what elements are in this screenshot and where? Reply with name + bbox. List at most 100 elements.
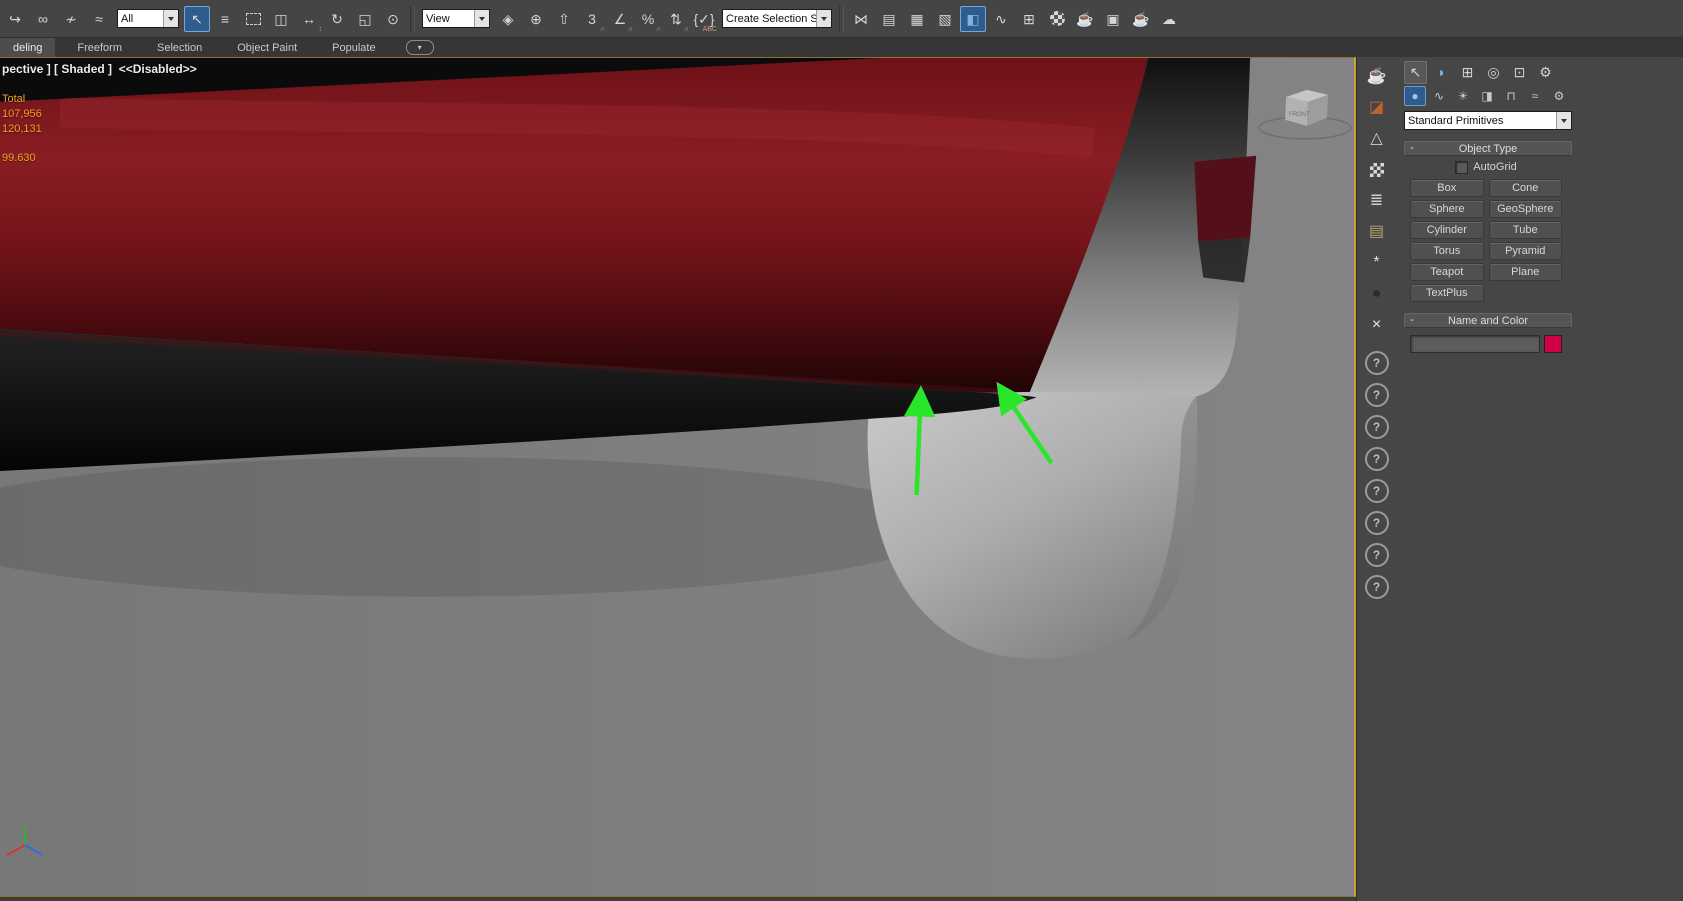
select-by-name-icon[interactable]: ≡	[212, 6, 238, 32]
object-color-swatch[interactable]	[1544, 335, 1562, 353]
help-icon[interactable]: ?	[1364, 575, 1389, 599]
select-and-link-icon[interactable]: ∞	[30, 6, 56, 32]
rendered-frame-window-icon[interactable]: ▣	[1100, 6, 1126, 32]
panel-tab-utilities[interactable]: ⚙	[1534, 61, 1557, 84]
object-type-button-cylinder[interactable]: Cylinder	[1410, 221, 1484, 239]
select-and-manipulate-icon[interactable]: ⊕	[523, 6, 549, 32]
render-in-cloud-icon[interactable]: ☁	[1156, 6, 1182, 32]
selection-filter-dropdown[interactable]: All	[117, 9, 179, 28]
object-type-button-geosphere[interactable]: GeoSphere	[1488, 200, 1562, 218]
reference-coordinate-system-dropdown[interactable]: View	[422, 9, 490, 28]
object-type-button-teapot[interactable]: Teapot	[1410, 263, 1484, 281]
help-icon[interactable]: ?	[1364, 351, 1389, 375]
render-setup-icon[interactable]: ☕	[1072, 6, 1098, 32]
panel-tab-motion[interactable]: ◎	[1482, 61, 1505, 84]
schematic-view-icon[interactable]: ⊞	[1016, 6, 1042, 32]
redo-icon[interactable]: ↪	[2, 6, 28, 32]
panel-tab-modify[interactable]: ◗	[1430, 61, 1453, 84]
curve-editor-icon[interactable]: ∿	[988, 6, 1014, 32]
close-icon[interactable]: ×	[1363, 310, 1391, 339]
help-icon[interactable]: ?	[1364, 383, 1389, 407]
object-name-input[interactable]	[1410, 335, 1540, 353]
object-type-button-cone[interactable]: Cone	[1488, 179, 1562, 197]
select-and-scale-icon[interactable]: ◱	[352, 6, 378, 32]
category-shapes[interactable]: ∿	[1428, 86, 1450, 106]
compass-icon[interactable]: △	[1363, 124, 1391, 153]
sphere-icon[interactable]: ●	[1363, 279, 1391, 308]
render-production-icon[interactable]: ☕	[1128, 6, 1154, 32]
toolbar-separator	[839, 5, 844, 32]
keyboard-shortcut-override-icon[interactable]: ⇧	[551, 6, 577, 32]
spinner-snap-toggle-icon[interactable]: ⇅ ∩	[663, 6, 689, 33]
help-icon[interactable]: ?	[1364, 543, 1389, 567]
select-and-place-icon[interactable]: ⊙	[380, 6, 406, 32]
toggle-scene-explorer-icon[interactable]: ▦	[904, 6, 930, 32]
ribbon-tab-populate[interactable]: Populate	[319, 38, 388, 57]
select-and-rotate-icon[interactable]: ↻	[324, 6, 350, 32]
named-selection-set-combo[interactable]: Create Selection Se	[722, 9, 832, 28]
category-cameras[interactable]: ◨	[1476, 86, 1498, 106]
panel-tab-hierarchy[interactable]: ⊞	[1456, 61, 1479, 84]
percent-snap-toggle-icon[interactable]: % ∩	[635, 6, 661, 33]
name-and-color-rollout: - Name and Color	[1402, 313, 1578, 353]
collapse-icon: -	[1410, 142, 1414, 154]
paint-bucket-icon[interactable]: ◪	[1363, 93, 1391, 122]
object-type-button-tube[interactable]: Tube	[1488, 221, 1562, 239]
tail-light-red-patch	[1194, 155, 1257, 242]
layers-icon[interactable]: ≣	[1363, 186, 1391, 215]
ribbon-tab-object-paint[interactable]: Object Paint	[224, 38, 310, 57]
bind-to-space-warp-icon[interactable]: ≈	[86, 6, 112, 32]
help-icon[interactable]: ?	[1364, 447, 1389, 471]
material-editor-icon[interactable]	[1044, 6, 1070, 32]
angle-snap-toggle-icon[interactable]: ∠ ∩	[607, 6, 633, 33]
object-type-button-textplus[interactable]: TextPlus	[1410, 284, 1484, 302]
name-and-color-rollout-header[interactable]: - Name and Color	[1404, 313, 1572, 328]
ribbon-tab-selection[interactable]: Selection	[144, 38, 215, 57]
panel-tab-create[interactable]: ↖	[1404, 60, 1427, 84]
ribbon-minimize-button[interactable]: ▾	[405, 40, 434, 55]
object-type-button-box[interactable]: Box	[1410, 179, 1484, 197]
help-icon[interactable]: ?	[1364, 479, 1389, 503]
category-geometry[interactable]: ●	[1404, 86, 1426, 106]
subcategory-dropdown[interactable]: Standard Primitives	[1404, 111, 1572, 130]
object-type-button-sphere[interactable]: Sphere	[1410, 200, 1484, 218]
snaps-toggle-3d-icon[interactable]: 3 ∩	[579, 6, 605, 33]
object-type-rollout-header[interactable]: - Object Type	[1404, 141, 1572, 156]
select-and-move-icon[interactable]: ↔ ↕	[296, 6, 322, 33]
autogrid-checkbox[interactable]	[1455, 160, 1469, 174]
help-icon[interactable]: ?	[1364, 415, 1389, 439]
category-helpers[interactable]: ⊓	[1500, 86, 1522, 106]
object-type-button-torus[interactable]: Torus	[1410, 242, 1484, 260]
command-panel: ↖ ◗ ⊞ ◎ ⊡ ⚙ ● ∿ ☀ ◨ ⊓ ≈ ⚙ Standard Primitives - Obj…	[1396, 57, 1683, 901]
ribbon-tab-freeform[interactable]: Freeform	[64, 38, 135, 57]
use-pivot-point-center-icon[interactable]: ◈	[495, 6, 521, 32]
autogrid-label: AutoGrid	[1473, 161, 1517, 173]
ribbon-tab-modeling[interactable]: deling	[0, 38, 56, 57]
mirror-icon[interactable]: ⋈	[848, 6, 874, 32]
category-lights[interactable]: ☀	[1452, 86, 1474, 106]
select-object-icon[interactable]: ↖	[184, 5, 210, 32]
category-systems[interactable]: ⚙	[1548, 86, 1570, 106]
help-icon[interactable]: ?	[1364, 511, 1389, 535]
toggle-ribbon-icon[interactable]: ◧	[960, 5, 986, 32]
checker-map-icon[interactable]	[1363, 155, 1391, 184]
unlink-selection-icon[interactable]: ≁	[58, 6, 84, 32]
starburst-icon[interactable]: *	[1363, 248, 1391, 277]
align-icon[interactable]: ▤	[876, 6, 902, 32]
ribbon-tab-bar: deling Freeform Selection Object Paint Popul…	[0, 38, 1683, 57]
object-type-button-pyramid[interactable]: Pyramid	[1488, 242, 1562, 260]
rollout-title: Object Type	[1458, 142, 1518, 155]
panel-tab-display[interactable]: ⊡	[1508, 61, 1531, 84]
toggle-layer-explorer-icon[interactable]: ▧	[932, 6, 958, 32]
stats-fps: 99.630	[2, 152, 36, 164]
viewport-label[interactable]: pective ] [ Shaded ] <<Disabled>>	[2, 62, 197, 76]
window-crossing-icon[interactable]: ◫	[268, 6, 294, 32]
viewport-canvas[interactable]: FRONT	[0, 58, 1354, 896]
object-type-button-plane[interactable]: Plane	[1488, 263, 1562, 281]
main-toolbar: ↪ ∞ ≁ ≈ All ↖ ≡ ◫ ↔ ↕ ↻ ◱ ⊙ View ◈ ⊕ ⇧ 3 ∩ ∠ ∩% ∩ ⇅ ∩ {✓} ABC…	[0, 0, 1683, 38]
bricks-icon[interactable]: ▤	[1363, 217, 1391, 246]
teapot-icon[interactable]: ☕	[1363, 62, 1391, 91]
category-space-warps[interactable]: ≈	[1524, 86, 1546, 106]
rectangular-selection-region-icon[interactable]	[240, 6, 266, 32]
edit-named-selection-sets-icon[interactable]: {✓} ABC	[691, 6, 717, 33]
